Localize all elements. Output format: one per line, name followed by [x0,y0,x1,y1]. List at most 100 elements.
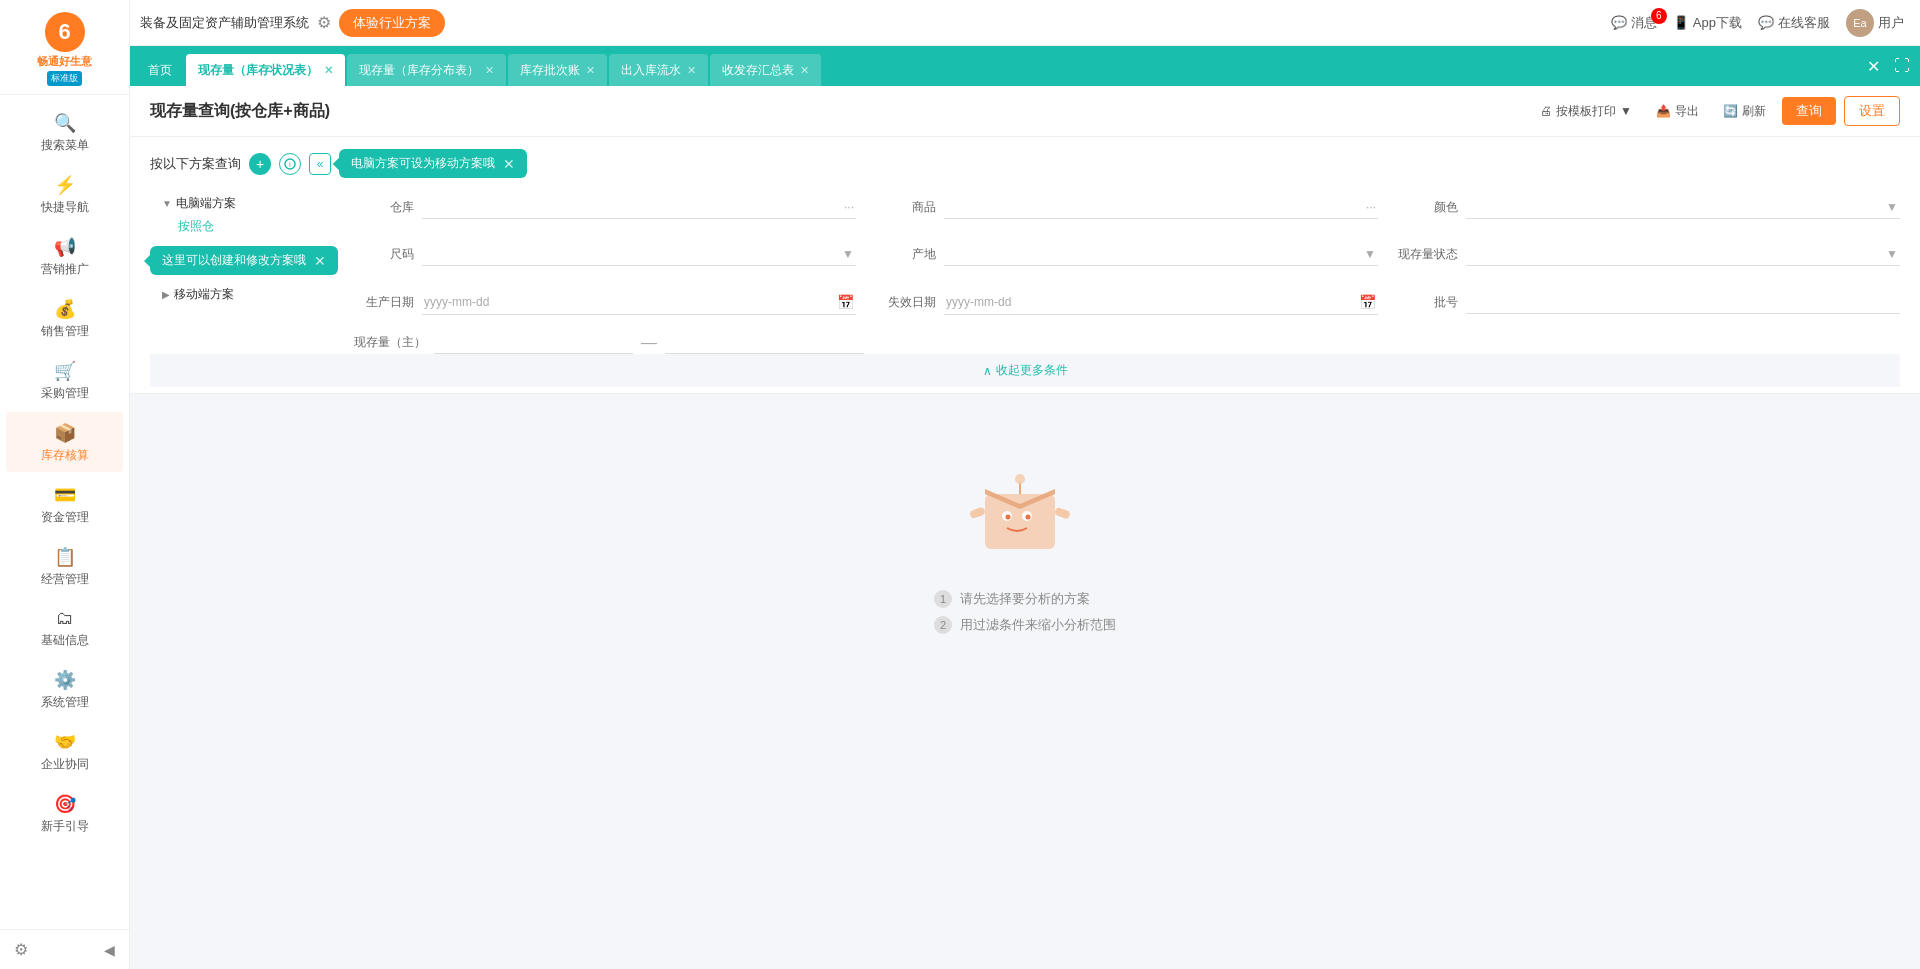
export-btn[interactable]: 📤 导出 [1648,99,1707,124]
collapse-bar[interactable]: ∧ 收起更多条件 [150,354,1900,387]
tabs-bar: 首页 现存量（库存状况表） ✕ 现存量（库存分布表） ✕ 库存批次账 ✕ 出入库… [130,46,1920,86]
sidebar-item-quicknav[interactable]: ⚡ 快捷导航 [6,164,123,224]
tab-inventory-dist-close[interactable]: ✕ [485,64,494,77]
tooltip2-close[interactable]: ✕ [314,253,326,269]
sidebar-item-inventory[interactable]: 📦 库存核算 [6,412,123,472]
tab-expand-btn[interactable]: ⛶ [1890,55,1914,78]
stock-qty-min[interactable] [434,331,633,354]
scheme-mobile-root[interactable]: ▶ 移动端方案 [150,283,338,306]
scheme-desktop-child-baozhaocang[interactable]: 按照仓 [150,215,338,238]
inventory-icon: 📦 [54,422,76,444]
service-label: 在线客服 [1778,14,1830,32]
print-btn[interactable]: 🖨 按模板打印 ▼ [1532,99,1640,124]
color-select[interactable]: ▼ [1466,196,1900,219]
warehouse-select[interactable]: ··· [422,196,856,219]
sidebar-label-basic: 基础信息 [41,632,89,649]
empty-tips: 1 请先选择要分析的方案 2 用过滤条件来缩小分析范围 [934,590,1116,634]
user-area[interactable]: Ea 用户 [1846,9,1904,37]
sidebar-item-system[interactable]: ⚙️ 系统管理 [6,659,123,719]
sidebar-item-enterprise[interactable]: 🤝 企业协同 [6,721,123,781]
filter-edit-btn[interactable]: i [279,153,301,175]
origin-select[interactable]: ▼ [944,243,1378,266]
prod-date-cal-icon[interactable]: 📅 [837,294,854,310]
sidebar-item-guide[interactable]: 🎯 新手引导 [6,783,123,843]
empty-tip2: 2 用过滤条件来缩小分析范围 [934,616,1116,634]
sidebar-item-finance[interactable]: 💳 资金管理 [6,474,123,534]
marketing-icon: 📢 [54,236,76,258]
tab-inventory-dist[interactable]: 现存量（库存分布表） ✕ [347,54,506,86]
tooltip-create-scheme: 这里可以创建和修改方案哦 ✕ [150,246,338,275]
tab-recv-summary[interactable]: 收发存汇总表 ✕ [710,54,821,86]
tab-home-label: 首页 [148,62,172,79]
sidebar: 6 畅通好生意 标准版 🔍 搜索菜单 ⚡ 快捷导航 📢 营销推广 💰 销售管理 … [0,0,130,969]
industry-btn[interactable]: 体验行业方案 [339,9,445,37]
tooltip1-close[interactable]: ✕ [503,156,515,172]
stock-status-select[interactable]: ▼ [1466,243,1900,266]
refresh-btn[interactable]: 🔄 刷新 [1715,99,1774,124]
tab-recv-summary-close[interactable]: ✕ [800,64,809,77]
tab-io-flow[interactable]: 出入库流水 ✕ [609,54,708,86]
tab-inventory-status[interactable]: 现存量（库存状况表） ✕ [186,54,345,86]
service-btn[interactable]: 💬 在线客服 [1758,14,1830,32]
sidebar-item-sales[interactable]: 💰 销售管理 [6,288,123,348]
collapse-btn-label: 收起更多条件 [996,362,1068,379]
color-arrow: ▼ [1886,200,1898,214]
expire-date-cal-icon[interactable]: 📅 [1359,294,1376,310]
warehouse-label: 仓库 [354,199,414,216]
sidebar-item-basic[interactable]: 🗂 基础信息 [6,598,123,657]
service-icon: 💬 [1758,15,1774,30]
size-arrow: ▼ [842,247,854,261]
print-label: 按模板打印 [1556,103,1616,120]
scheme-mobile-label: 移动端方案 [174,286,234,303]
sidebar-item-search[interactable]: 🔍 搜索菜单 [6,102,123,162]
page-actions: 🖨 按模板打印 ▼ 📤 导出 🔄 刷新 查询 设置 [1532,96,1900,126]
scheme-desktop-root[interactable]: ▼ 电脑端方案 [150,192,338,215]
print-dropdown-icon: ▼ [1620,104,1632,118]
filter-row-expire-date: 失效日期 yyyy-mm-dd 📅 [876,290,1378,315]
goods-select[interactable]: ··· [944,196,1378,219]
settings-icon[interactable]: ⚙ [14,940,28,959]
sidebar-item-operations[interactable]: 📋 经营管理 [6,536,123,596]
svg-rect-7 [969,507,986,520]
tab-recv-summary-label: 收发存汇总表 [722,62,794,79]
collapse-icon[interactable]: ◀ [104,942,115,958]
message-btn[interactable]: 💬 6 消息 [1611,14,1657,32]
svg-point-10 [1015,474,1025,484]
stock-qty-max[interactable] [665,331,864,354]
tooltip-desktop-scheme: 电脑方案可设为移动方案哦 ✕ [339,149,527,178]
tab-io-flow-close[interactable]: ✕ [687,64,696,77]
sidebar-label-search: 搜索菜单 [41,137,89,154]
filter-header: 按以下方案查询 + i « 电脑方案可设为移动方案哦 ✕ [150,149,1900,178]
filter-grid-row3: 生产日期 yyyy-mm-dd 📅 失效日期 yyyy-mm-dd 📅 [354,282,1900,323]
svg-point-6 [1026,515,1031,520]
size-select[interactable]: ▼ [422,243,856,266]
filter-row-warehouse: 仓库 ··· [354,196,856,219]
batch-no-input[interactable] [1466,291,1900,314]
query-btn[interactable]: 查询 [1782,97,1836,125]
app-download-btn[interactable]: 📱 App下载 [1673,14,1742,32]
chevron-up-icon: ∧ [983,364,992,378]
tab-batch-account-close[interactable]: ✕ [586,64,595,77]
origin-arrow: ▼ [1364,247,1376,261]
filter-row-stock-status: 现存量状态 ▼ [1398,243,1900,266]
user-label: 用户 [1878,14,1904,32]
warehouse-dots: ··· [844,200,854,214]
page-content: 现存量查询(按仓库+商品) 🖨 按模板打印 ▼ 📤 导出 🔄 刷新 查询 设置 [130,86,1920,969]
range-separator: — [641,334,657,352]
sidebar-item-purchase[interactable]: 🛒 采购管理 [6,350,123,410]
tab-home[interactable]: 首页 [136,54,184,86]
tab-close-all-btn[interactable]: ✕ [1863,55,1884,78]
settings-btn[interactable]: 设置 [1844,96,1900,126]
page-title: 现存量查询(按仓库+商品) [150,101,330,122]
sidebar-item-marketing[interactable]: 📢 营销推广 [6,226,123,286]
tab-batch-account[interactable]: 库存批次账 ✕ [508,54,607,86]
sidebar-label-marketing: 营销推广 [41,261,89,278]
tab-inventory-status-close[interactable]: ✕ [324,64,333,77]
filter-arrow-btn[interactable]: « [309,153,331,175]
tabs-actions: ✕ ⛶ [1863,55,1914,78]
filter-add-btn[interactable]: + [249,153,271,175]
settings-gear-icon[interactable]: ⚙ [317,13,331,32]
empty-illustration [965,454,1085,574]
sidebar-label-finance: 资金管理 [41,509,89,526]
logo-icon: 6 [45,12,85,52]
